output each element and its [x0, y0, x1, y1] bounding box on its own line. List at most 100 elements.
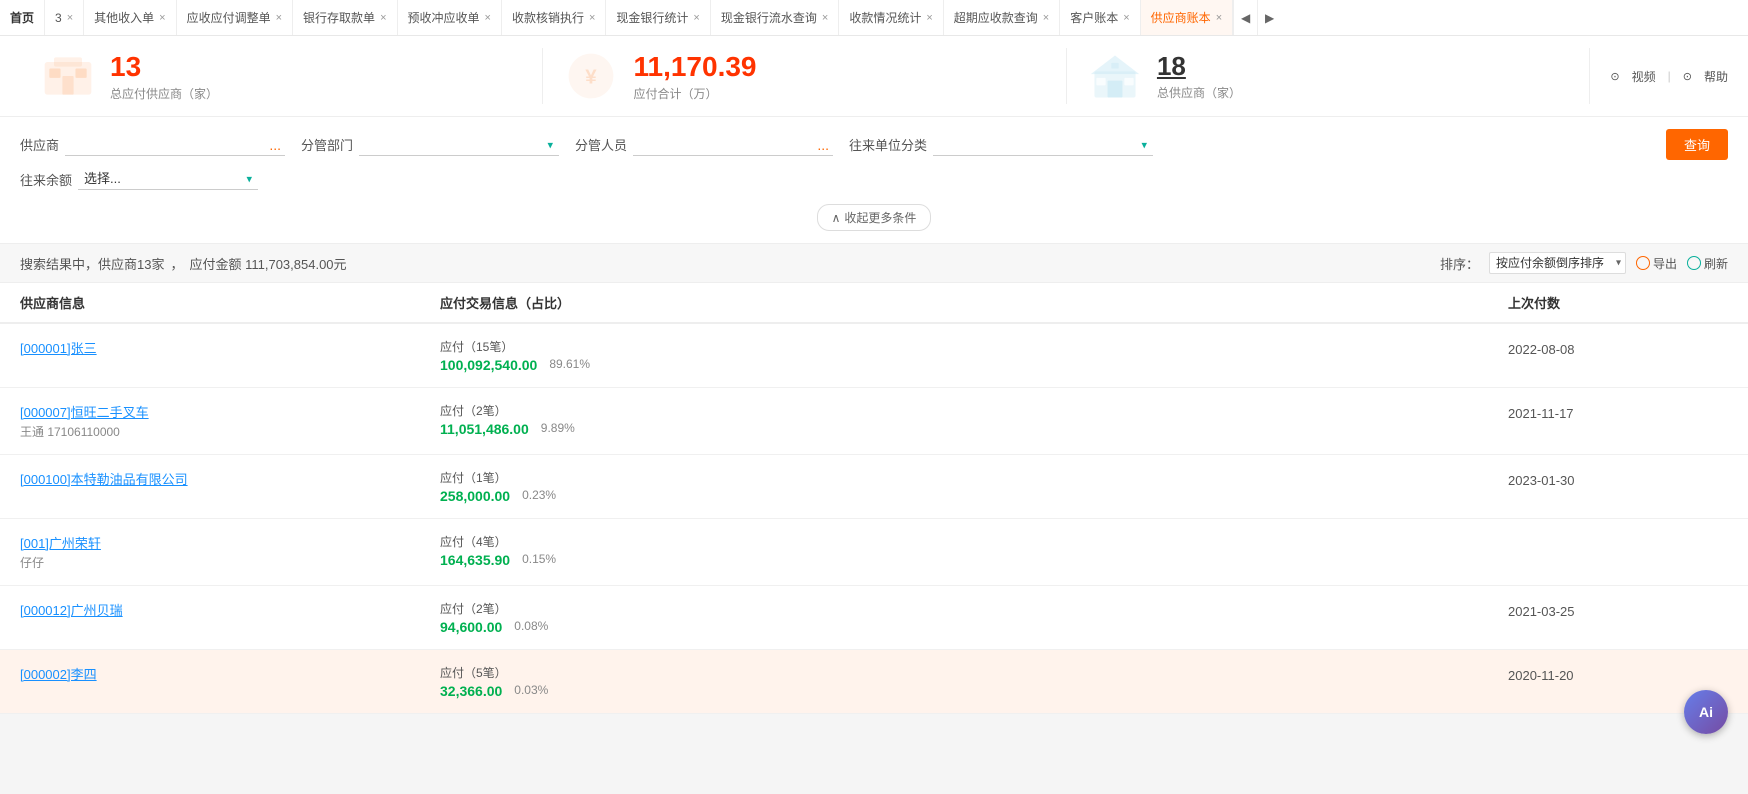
supplier-icon	[40, 48, 96, 104]
filter-category-label: 往来单位分类	[849, 135, 927, 154]
stat-number-amount: 11,170.39	[633, 50, 756, 84]
col-header-supplier: 供应商信息	[20, 293, 440, 312]
close-icon[interactable]: ×	[380, 12, 386, 24]
nav-tab-collection[interactable]: 收款核销执行 ×	[502, 0, 606, 36]
supplier-sub-info: 王通 17106110000	[20, 423, 440, 440]
store-icon	[1087, 48, 1143, 104]
close-icon[interactable]: ×	[1123, 12, 1129, 24]
supplier-name-link[interactable]: [000002]李四	[20, 664, 440, 683]
query-button[interactable]: 查询	[1666, 129, 1728, 160]
filter-area: 供应商 ... 分管部门 分管人员 ... 往来单位分类	[0, 117, 1748, 244]
help-link[interactable]: 帮助	[1704, 68, 1728, 85]
category-select-wrap	[933, 134, 1153, 156]
supplier-name-link[interactable]: [000001]张三	[20, 338, 440, 357]
export-icon	[1636, 256, 1650, 270]
payable-cell: 应付（2笔） 11,051,486.00 9.89%	[440, 402, 1508, 437]
amount-icon: ¥	[563, 48, 619, 104]
stat-block-amount: ¥ 11,170.39 应付合计（万）	[543, 48, 1066, 104]
nav-tab-other-income[interactable]: 其他收入单 ×	[84, 0, 176, 36]
lastpay-cell: 2021-03-25	[1508, 600, 1728, 619]
nav-tab-supplier-ledger[interactable]: 供应商账本 ×	[1141, 0, 1233, 36]
nav-tab-3[interactable]: 3 ×	[45, 0, 84, 36]
help-icon: ⊙	[1683, 70, 1692, 83]
divider: |	[1668, 69, 1671, 83]
filter-department: 分管部门	[301, 134, 559, 156]
refresh-button[interactable]: 刷新	[1687, 255, 1728, 272]
close-icon[interactable]: ×	[159, 12, 165, 24]
payable-count: 应付（2笔）	[440, 402, 1508, 419]
supplier-name-link[interactable]: [000007]恒旺二手叉车	[20, 402, 440, 421]
lastpay-cell: 2020-11-20	[1508, 664, 1728, 683]
department-select[interactable]	[359, 134, 559, 156]
balance-select[interactable]: 选择...	[78, 168, 258, 190]
close-icon[interactable]: ×	[1216, 12, 1222, 24]
collapse-up-icon: ∧	[832, 211, 841, 225]
sort-label: 排序：	[1440, 254, 1479, 273]
last-pay-date: 2020-11-20	[1508, 664, 1728, 683]
payable-count: 应付（15笔）	[440, 338, 1508, 355]
stat-number-total: 18	[1157, 51, 1569, 82]
nav-tab-home[interactable]: 首页	[0, 0, 45, 36]
close-icon[interactable]: ×	[276, 12, 282, 24]
payable-count: 应付（1笔）	[440, 469, 1508, 486]
svg-text:¥: ¥	[586, 65, 598, 88]
nav-tab-prepay[interactable]: 预收冲应收单 ×	[398, 0, 502, 36]
result-text1: 搜索结果中，供应商13家	[20, 254, 164, 273]
close-icon[interactable]: ×	[926, 12, 932, 24]
result-text2: 应付金额 111,703,854.00元	[189, 254, 346, 273]
supplier-dots-icon[interactable]: ...	[269, 137, 281, 153]
table-row: [000001]张三 应付（15笔） 100,092,540.00 89.61%…	[0, 324, 1748, 388]
nav-tab-receipt-stat[interactable]: 收款情况统计 ×	[839, 0, 943, 36]
nav-tab-overdue[interactable]: 超期应收款查询 ×	[944, 0, 1060, 36]
table-row: [000007]恒旺二手叉车 王通 17106110000 应付（2笔） 11,…	[0, 388, 1748, 455]
department-select-wrap	[359, 134, 559, 156]
nav-tab-bank[interactable]: 银行存取款单 ×	[293, 0, 397, 36]
supplier-input[interactable]	[65, 134, 285, 156]
collapse-button[interactable]: ∧ 收起更多条件	[817, 204, 932, 231]
filter-department-label: 分管部门	[301, 135, 353, 154]
close-icon[interactable]: ×	[485, 12, 491, 24]
video-link[interactable]: 视频	[1632, 68, 1656, 85]
lastpay-cell: 2022-08-08	[1508, 338, 1728, 357]
supplier-name-link[interactable]: [000012]广州贝瑞	[20, 600, 440, 619]
filter-supplier-label: 供应商	[20, 135, 59, 154]
supplier-info-cell: [001]广州荣轩 仔仔	[20, 533, 440, 571]
table-row: [001]广州荣轩 仔仔 应付（4笔） 164,635.90 0.15%	[0, 519, 1748, 586]
close-icon[interactable]: ×	[693, 12, 699, 24]
nav-arrow-right[interactable]: ▶	[1257, 0, 1281, 36]
payable-inline: 100,092,540.00 89.61%	[440, 355, 1508, 373]
table-row: [000100]本特勒油品有限公司 应付（1笔） 258,000.00 0.23…	[0, 455, 1748, 519]
person-input-wrap: ...	[633, 134, 833, 156]
balance-select-wrap: 选择...	[78, 168, 258, 190]
payable-amount: 100,092,540.00	[440, 357, 537, 373]
payable-cell: 应付（5笔） 32,366.00 0.03%	[440, 664, 1508, 699]
payable-inline: 94,600.00 0.08%	[440, 617, 1508, 635]
close-icon[interactable]: ×	[1043, 12, 1049, 24]
nav-arrow-left[interactable]: ◀	[1233, 0, 1257, 36]
table-row: [000002]李四 应付（5笔） 32,366.00 0.03% 2020-1…	[0, 650, 1748, 714]
supplier-name-link[interactable]: [000100]本特勒油品有限公司	[20, 469, 440, 488]
nav-tab-ar-adjust[interactable]: 应收应付调整单 ×	[177, 0, 293, 36]
payable-cell: 应付（1笔） 258,000.00 0.23%	[440, 469, 1508, 504]
sort-group: 排序： 按应付余额倒序排序 导出 刷新	[1440, 252, 1728, 274]
category-select[interactable]	[933, 134, 1153, 156]
lastpay-cell: 2023-01-30	[1508, 469, 1728, 488]
close-icon[interactable]: ×	[589, 12, 595, 24]
last-pay-date	[1508, 533, 1728, 537]
payable-inline: 11,051,486.00 9.89%	[440, 419, 1508, 437]
close-icon[interactable]: ×	[67, 12, 73, 24]
sort-select[interactable]: 按应付余额倒序排序	[1489, 252, 1626, 274]
supplier-name-link[interactable]: [001]广州荣轩	[20, 533, 440, 552]
person-input[interactable]	[633, 134, 833, 156]
last-pay-date: 2021-03-25	[1508, 600, 1728, 619]
ai-button[interactable]: Ai	[1684, 690, 1728, 734]
payable-pct: 0.08%	[514, 619, 548, 633]
nav-tab-cash-flow[interactable]: 现金银行流水查询 ×	[711, 0, 839, 36]
person-dots-icon[interactable]: ...	[817, 137, 829, 153]
filter-row-2: 往来余额 选择...	[20, 168, 1728, 190]
payable-cell: 应付（2笔） 94,600.00 0.08%	[440, 600, 1508, 635]
nav-tab-customer-ledger[interactable]: 客户账本 ×	[1060, 0, 1140, 36]
close-icon[interactable]: ×	[822, 12, 828, 24]
export-button[interactable]: 导出	[1636, 255, 1677, 272]
nav-tab-cash-stat[interactable]: 现金银行统计 ×	[606, 0, 710, 36]
